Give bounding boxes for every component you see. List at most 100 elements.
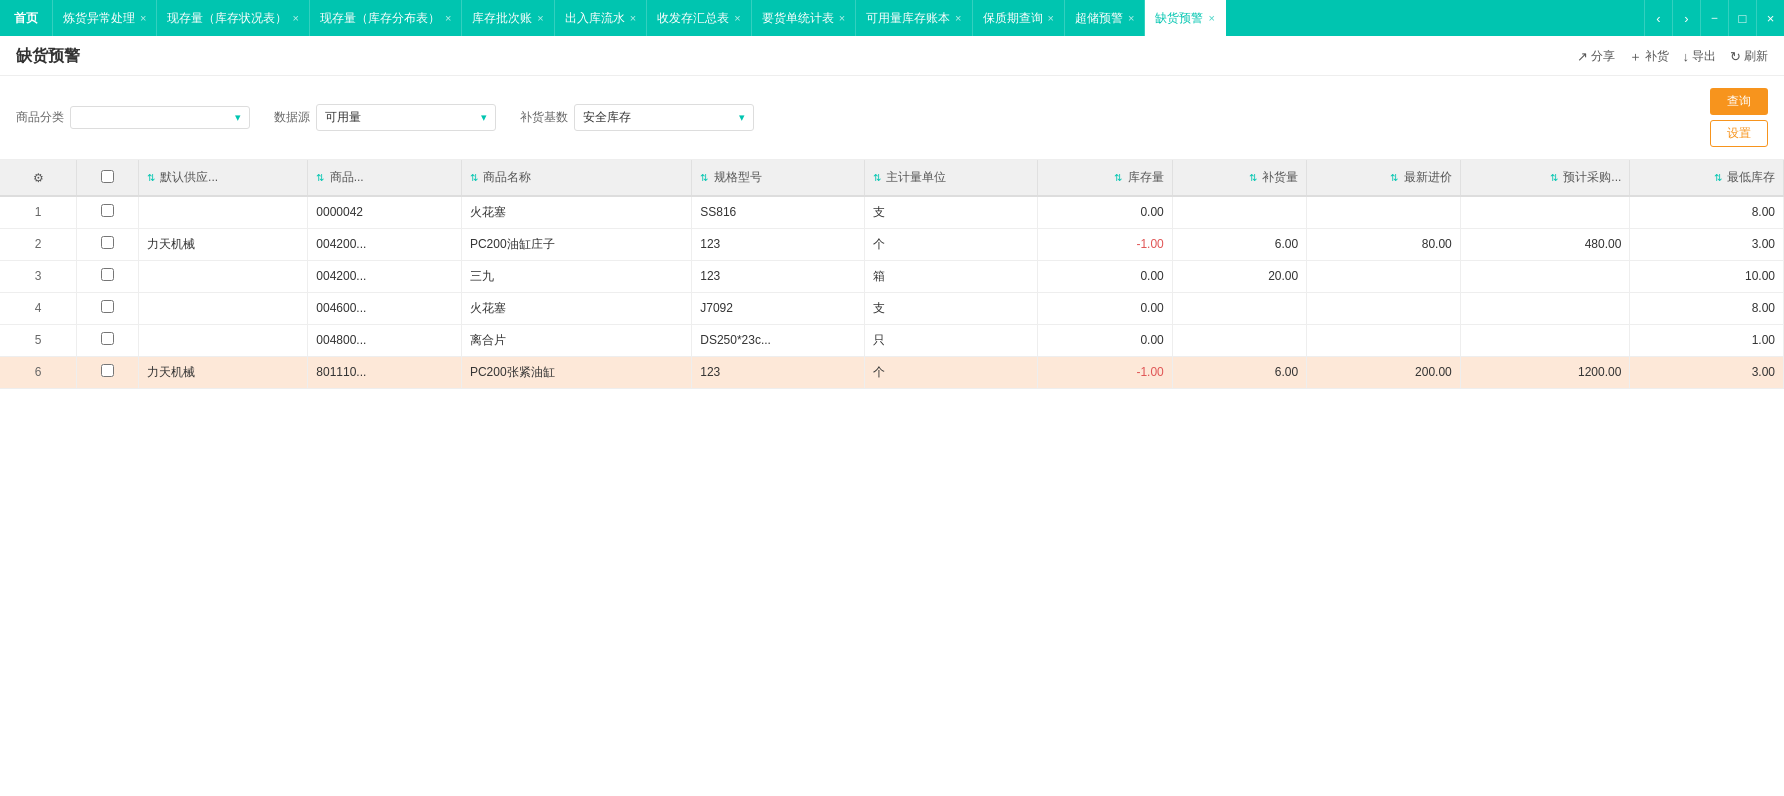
table-row: 5 004800... 离合片 DS250*23c... 只 0.00 1.00: [0, 324, 1784, 356]
tab-lianhuo[interactable]: 炼货异常处理 ×: [53, 0, 157, 36]
row-checkbox[interactable]: [101, 236, 114, 249]
tab-home[interactable]: 首页: [0, 0, 53, 36]
row-supplement: 6.00: [1172, 228, 1306, 260]
datasource-arrow-icon: ▾: [481, 111, 487, 124]
close-tab-baozhi[interactable]: ×: [1048, 12, 1054, 24]
tab-minimize-btn[interactable]: －: [1700, 0, 1728, 36]
row-spec: J7092: [692, 292, 865, 324]
close-tab-chaochuyujing[interactable]: ×: [1128, 12, 1134, 24]
table-header-row: ⚙ ⇅ 默认供应... ⇅ 商品... ⇅ 商品名称: [0, 160, 1784, 196]
row-spec: DS250*23c...: [692, 324, 865, 356]
tab-bar: 首页 炼货异常处理 × 现存量（库存状况表） × 现存量（库存分布表） × 库存…: [0, 0, 1784, 36]
col-minstock-header[interactable]: ⇅ 最低库存: [1630, 160, 1784, 196]
row-checkbox[interactable]: [101, 300, 114, 313]
row-checkbox-cell[interactable]: [77, 324, 138, 356]
col-unit-header[interactable]: ⇅ 主计量单位: [865, 160, 1038, 196]
refresh-button[interactable]: ↻ 刷新: [1730, 48, 1768, 65]
row-checkbox[interactable]: [101, 268, 114, 281]
tab-maximize-btn[interactable]: □: [1728, 0, 1756, 36]
export-button[interactable]: ↓ 导出: [1683, 48, 1717, 65]
category-select[interactable]: ▾: [70, 106, 250, 129]
close-tab-lianhuo[interactable]: ×: [140, 12, 146, 24]
row-price: [1307, 260, 1461, 292]
sort-icon3: ⇅: [470, 172, 478, 183]
row-unit: 只: [865, 324, 1038, 356]
page-content: 缺货预警 ↗ 分享 ＋ 补货 ↓ 导出 ↻ 刷新 商品分类: [0, 36, 1784, 796]
tab-yaohuo[interactable]: 要货单统计表 ×: [752, 0, 856, 36]
row-minstock: 10.00: [1630, 260, 1784, 292]
row-checkbox[interactable]: [101, 364, 114, 377]
row-supplement: 6.00: [1172, 356, 1306, 388]
close-tab-yaohuo[interactable]: ×: [839, 12, 845, 24]
row-checkbox-cell[interactable]: [77, 260, 138, 292]
row-minstock: 3.00: [1630, 228, 1784, 260]
row-checkbox-cell[interactable]: [77, 196, 138, 228]
row-checkbox-cell[interactable]: [77, 292, 138, 324]
row-plan: [1460, 196, 1630, 228]
tab-chaochuyujing[interactable]: 超储预警 ×: [1065, 0, 1145, 36]
col-supplement-header[interactable]: ⇅ 补货量: [1172, 160, 1306, 196]
col-code-header[interactable]: ⇅ 商品...: [308, 160, 462, 196]
close-tab-xiancun2[interactable]: ×: [445, 12, 451, 24]
row-name: 火花塞: [461, 292, 691, 324]
base-value: 安全库存: [583, 109, 631, 126]
col-price-header[interactable]: ⇅ 最新进价: [1307, 160, 1461, 196]
datasource-select[interactable]: 可用量 ▾: [316, 104, 496, 131]
col-supplier-header[interactable]: ⇅ 默认供应...: [138, 160, 308, 196]
settings-button[interactable]: 设置: [1710, 120, 1768, 147]
tab-close-btn[interactable]: ×: [1756, 0, 1784, 36]
sort-icon5: ⇅: [873, 172, 881, 183]
close-tab-kucunpici[interactable]: ×: [537, 12, 543, 24]
row-code: 004200...: [308, 260, 462, 292]
row-index: 1: [0, 196, 77, 228]
row-stock: 0.00: [1038, 260, 1172, 292]
tab-quehuo[interactable]: 缺货预警 ×: [1145, 0, 1225, 36]
tab-next-btn[interactable]: ›: [1672, 0, 1700, 36]
row-name: PC200张紧油缸: [461, 356, 691, 388]
close-tab-liushui[interactable]: ×: [630, 12, 636, 24]
row-index: 5: [0, 324, 77, 356]
row-spec: 123: [692, 228, 865, 260]
row-supplement: [1172, 324, 1306, 356]
tab-keyongliang[interactable]: 可用量库存账本 ×: [856, 0, 972, 36]
close-tab-quehuo[interactable]: ×: [1208, 12, 1214, 24]
tab-baozhi[interactable]: 保质期查询 ×: [973, 0, 1065, 36]
base-select[interactable]: 安全库存 ▾: [574, 104, 754, 131]
share-icon: ↗: [1577, 49, 1588, 64]
query-button[interactable]: 查询: [1710, 88, 1768, 115]
row-checkbox-cell[interactable]: [77, 356, 138, 388]
tab-xiancun2[interactable]: 现存量（库存分布表） ×: [310, 0, 462, 36]
select-all-checkbox[interactable]: [101, 170, 114, 183]
filter-bar: 商品分类 ▾ 数据源 可用量 ▾ 补货基数 安全库存 ▾ 查询 设置: [0, 76, 1784, 160]
close-tab-shoufacun[interactable]: ×: [734, 12, 740, 24]
row-checkbox-cell[interactable]: [77, 228, 138, 260]
tab-kucunpici[interactable]: 库存批次账 ×: [462, 0, 554, 36]
refresh-icon: ↻: [1730, 49, 1741, 64]
col-stock-header[interactable]: ⇅ 库存量: [1038, 160, 1172, 196]
tab-prev-btn[interactable]: ‹: [1644, 0, 1672, 36]
row-stock: 0.00: [1038, 292, 1172, 324]
col-name-header[interactable]: ⇅ 商品名称: [461, 160, 691, 196]
row-name: 离合片: [461, 324, 691, 356]
row-spec: SS816: [692, 196, 865, 228]
header-actions: ↗ 分享 ＋ 补货 ↓ 导出 ↻ 刷新: [1577, 48, 1769, 66]
col-gear[interactable]: ⚙: [0, 160, 77, 196]
close-tab-xiancun1[interactable]: ×: [292, 12, 298, 24]
col-spec-header[interactable]: ⇅ 规格型号: [692, 160, 865, 196]
col-select-all[interactable]: [77, 160, 138, 196]
tab-shoufacun[interactable]: 收发存汇总表 ×: [647, 0, 751, 36]
row-checkbox[interactable]: [101, 332, 114, 345]
row-stock: 0.00: [1038, 196, 1172, 228]
row-supplier: 力天机械: [138, 228, 308, 260]
sort-icon8: ⇅: [1390, 172, 1398, 183]
share-button[interactable]: ↗ 分享: [1577, 48, 1615, 65]
export-icon: ↓: [1683, 49, 1690, 64]
tab-liushui[interactable]: 出入库流水 ×: [555, 0, 647, 36]
replenish-button[interactable]: ＋ 补货: [1629, 48, 1669, 66]
row-checkbox[interactable]: [101, 204, 114, 217]
close-tab-keyongliang[interactable]: ×: [955, 12, 961, 24]
col-plan-header[interactable]: ⇅ 预计采购...: [1460, 160, 1630, 196]
tab-xiancun1[interactable]: 现存量（库存状况表） ×: [157, 0, 309, 36]
row-index: 3: [0, 260, 77, 292]
row-name: 火花塞: [461, 196, 691, 228]
